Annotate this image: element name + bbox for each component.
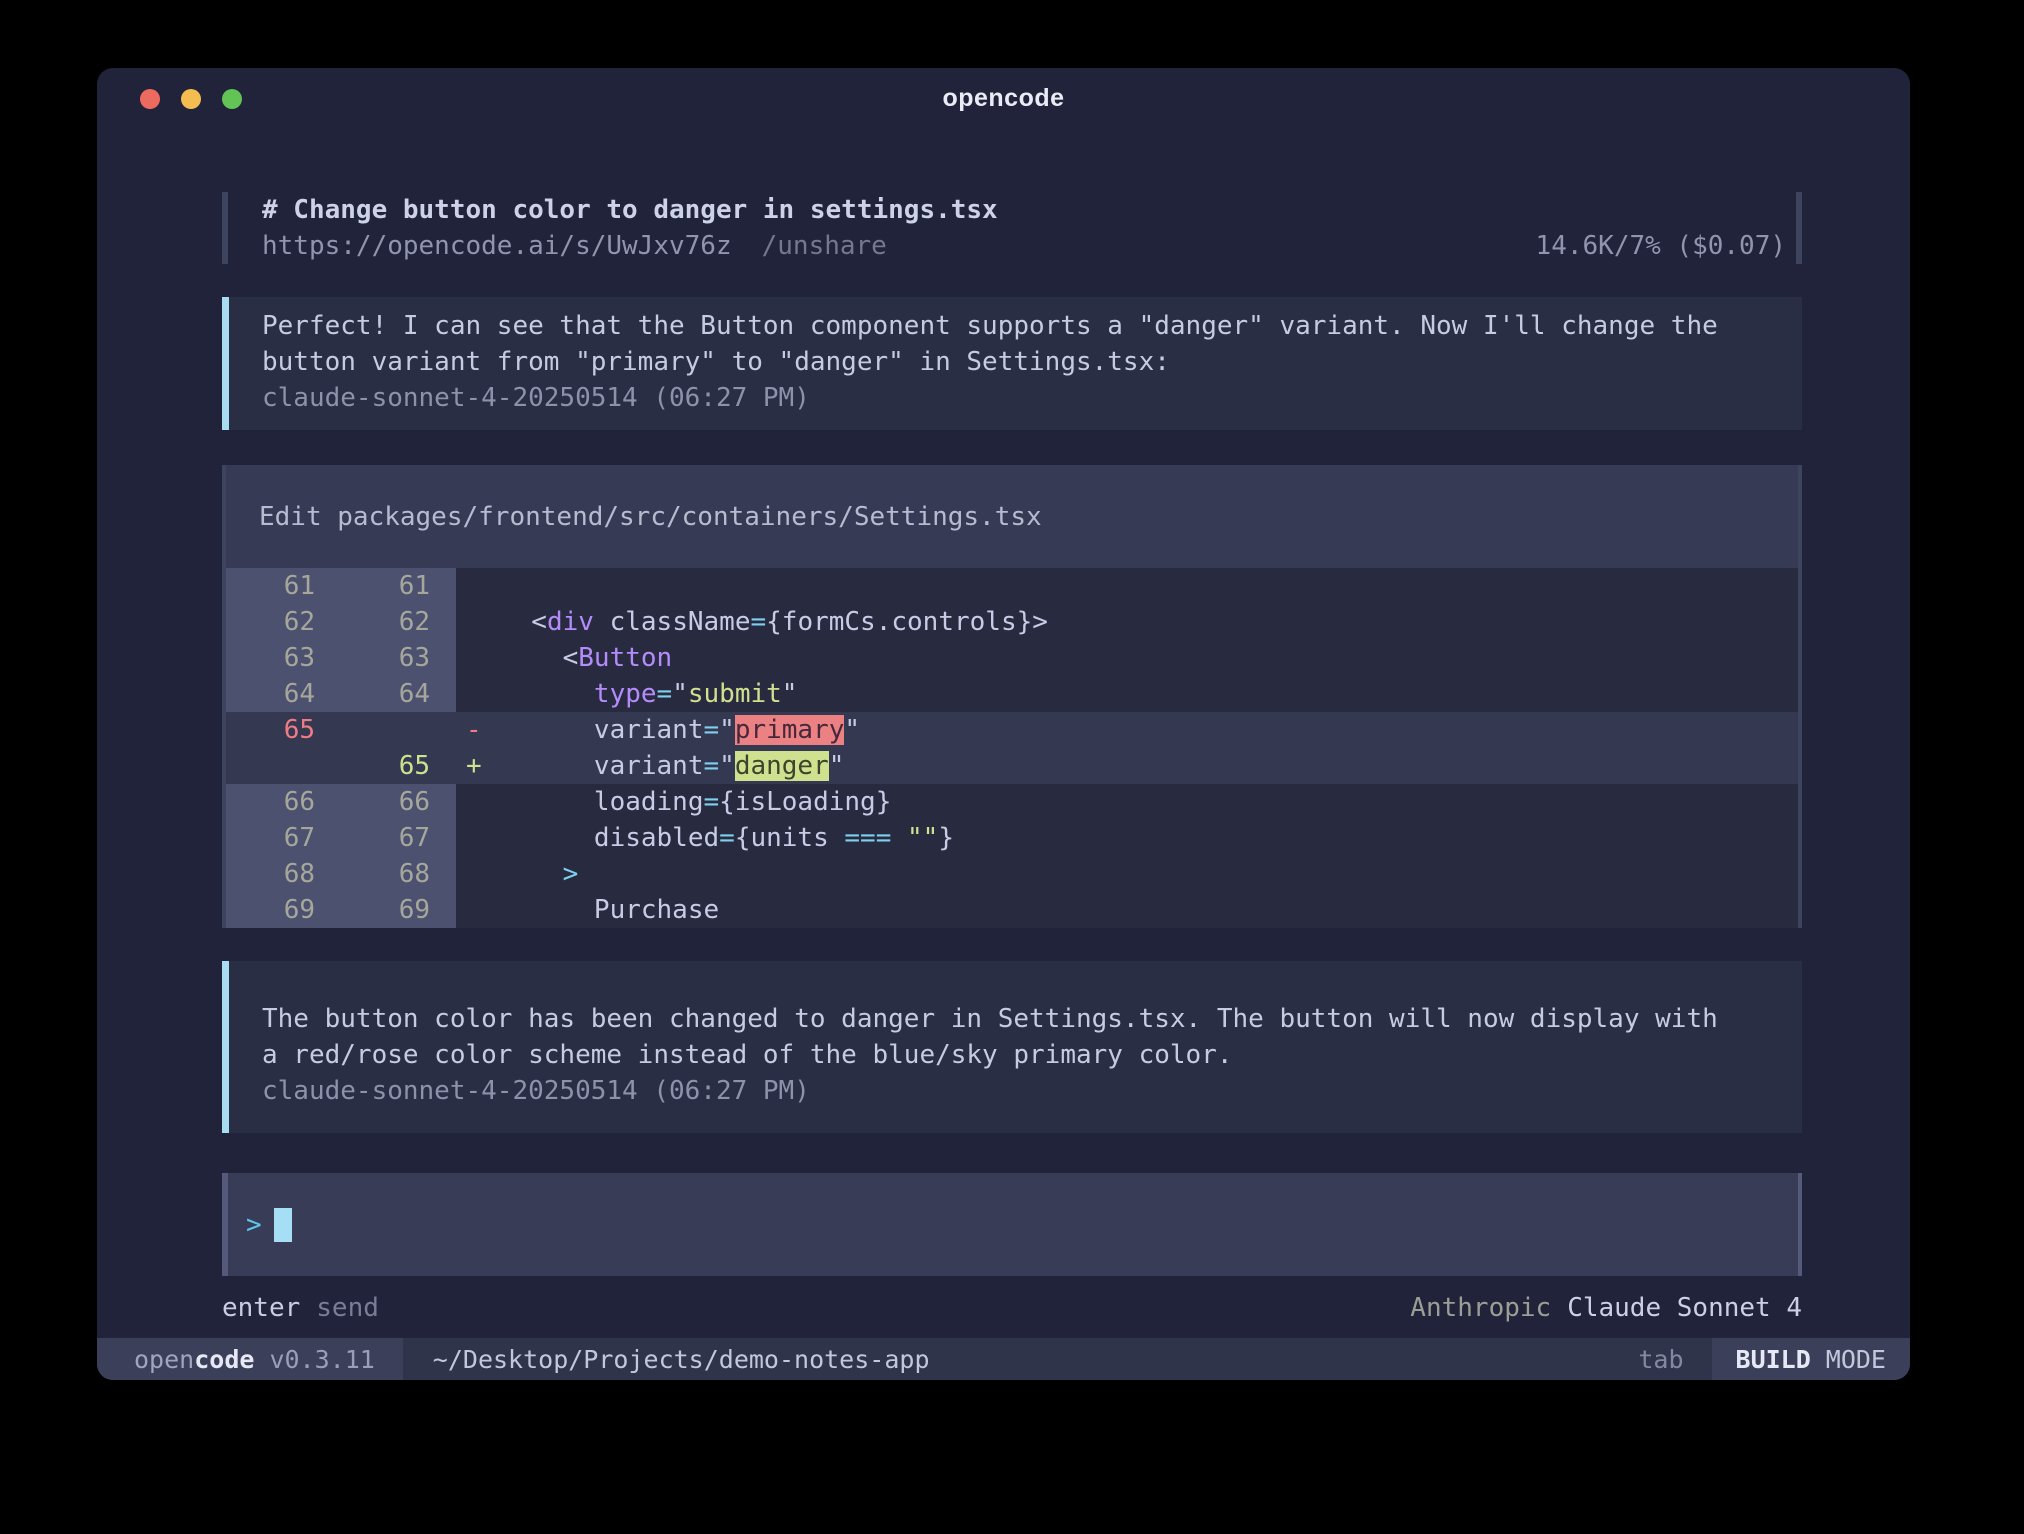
- diff-line-numbers: 6464: [226, 676, 456, 712]
- traffic-lights: [140, 89, 242, 109]
- diff-code-line: loading={isLoading}: [500, 784, 891, 820]
- session-header: # Change button color to danger in setti…: [222, 192, 1802, 264]
- message-text-line: a red/rose color scheme instead of the b…: [262, 1037, 1774, 1073]
- minimize-window-button[interactable]: [181, 89, 201, 109]
- diff-code-line: Purchase: [500, 892, 719, 928]
- diff-row: 6868 >: [226, 856, 1798, 892]
- diff-change-marker: [456, 892, 500, 928]
- working-directory: ~/Desktop/Projects/demo-notes-app: [433, 1345, 930, 1374]
- tab-key-hint: tab: [1638, 1345, 1683, 1374]
- status-bar: opencode v0.3.11 ~/Desktop/Projects/demo-…: [97, 1338, 1910, 1380]
- diff-change-marker: [456, 856, 500, 892]
- diff-change-marker: [456, 640, 500, 676]
- diff-view: 61616262 <div className={formCs.controls…: [226, 568, 1798, 928]
- provider-label: Anthropic: [1410, 1293, 1551, 1323]
- prompt-chevron-icon: >: [246, 1210, 262, 1240]
- mode-name: BUILD: [1736, 1345, 1811, 1374]
- diff-row: 6262 <div className={formCs.controls}>: [226, 604, 1798, 640]
- diff-change-marker: [456, 820, 500, 856]
- diff-line-numbers: 6767: [226, 820, 456, 856]
- diff-row: 6161: [226, 568, 1798, 604]
- close-window-button[interactable]: [140, 89, 160, 109]
- text-cursor: [274, 1208, 292, 1242]
- edit-file-path: Edit packages/frontend/src/containers/Se…: [226, 465, 1798, 568]
- diff-change-marker: +: [456, 748, 500, 784]
- unshare-command[interactable]: /unshare: [762, 231, 887, 261]
- diff-change-marker: [456, 568, 500, 604]
- diff-line-numbers: 6161: [226, 568, 456, 604]
- message-model-meta: claude-sonnet-4-20250514 (06:27 PM): [262, 1073, 1774, 1109]
- share-url[interactable]: https://opencode.ai/s/UwJxv76z: [262, 231, 732, 261]
- app-name-code: code: [194, 1345, 254, 1374]
- model-indicator: Anthropic Claude Sonnet 4: [1410, 1290, 1802, 1326]
- diff-line-numbers: 6868: [226, 856, 456, 892]
- diff-row: 6969 Purchase: [226, 892, 1798, 928]
- diff-line-numbers: 65: [226, 748, 456, 784]
- diff-row: 65- variant="primary": [226, 712, 1798, 748]
- title-bar: opencode: [97, 68, 1910, 128]
- message-text-line: The button color has been changed to dan…: [262, 1001, 1774, 1037]
- diff-line-numbers: 65: [226, 712, 456, 748]
- message-text-line: Perfect! I can see that the Button compo…: [262, 308, 1774, 344]
- message-model-meta: claude-sonnet-4-20250514 (06:27 PM): [262, 380, 1774, 416]
- send-hint: enter send: [222, 1290, 379, 1326]
- zoom-window-button[interactable]: [222, 89, 242, 109]
- diff-row: 6767 disabled={units === ""}: [226, 820, 1798, 856]
- diff-row: 6666 loading={isLoading}: [226, 784, 1798, 820]
- diff-change-marker: [456, 784, 500, 820]
- model-label: Claude Sonnet 4: [1567, 1293, 1802, 1323]
- diff-line-numbers: 6666: [226, 784, 456, 820]
- token-usage: 14.6K/7% ($0.07): [1536, 228, 1786, 264]
- app-name-open: open: [134, 1345, 194, 1374]
- session-content: # Change button color to danger in setti…: [222, 192, 1802, 1326]
- diff-row: 6464 type="submit": [226, 676, 1798, 712]
- assistant-message-1: Perfect! I can see that the Button compo…: [222, 297, 1802, 430]
- diff-code-line: >: [500, 856, 578, 892]
- diff-row: 65+ variant="danger": [226, 748, 1798, 784]
- window-title: opencode: [942, 84, 1064, 113]
- prompt-input[interactable]: >: [222, 1173, 1802, 1276]
- build-mode-chip[interactable]: BUILD MODE: [1712, 1338, 1910, 1380]
- session-title: # Change button color to danger in setti…: [262, 192, 1786, 228]
- app-version-chip: opencode v0.3.11: [97, 1338, 403, 1380]
- assistant-message-2: The button color has been changed to dan…: [222, 961, 1802, 1133]
- diff-change-marker: [456, 676, 500, 712]
- diff-code-line: variant="primary": [500, 712, 860, 748]
- app-version: v0.3.11: [269, 1345, 374, 1374]
- diff-code-line: variant="danger": [500, 748, 844, 784]
- share-info: https://opencode.ai/s/UwJxv76z/unshare: [262, 228, 887, 264]
- diff-change-marker: -: [456, 712, 500, 748]
- diff-code-line: disabled={units === ""}: [500, 820, 954, 856]
- mode-suffix: MODE: [1826, 1345, 1886, 1374]
- diff-change-marker: [456, 604, 500, 640]
- enter-key-hint: enter: [222, 1293, 300, 1323]
- app-window: opencode # Change button color to danger…: [97, 68, 1910, 1380]
- diff-row: 6363 <Button: [226, 640, 1798, 676]
- diff-code-line: <Button: [500, 640, 672, 676]
- diff-code-line: <div className={formCs.controls}>: [500, 604, 1048, 640]
- edit-tool-block: Edit packages/frontend/src/containers/Se…: [222, 465, 1802, 928]
- diff-line-numbers: 6363: [226, 640, 456, 676]
- send-action-label: send: [316, 1293, 379, 1323]
- diff-code-line: type="submit": [500, 676, 797, 712]
- hint-row: enter send Anthropic Claude Sonnet 4: [222, 1290, 1802, 1326]
- message-text-line: button variant from "primary" to "danger…: [262, 344, 1774, 380]
- diff-line-numbers: 6969: [226, 892, 456, 928]
- diff-line-numbers: 6262: [226, 604, 456, 640]
